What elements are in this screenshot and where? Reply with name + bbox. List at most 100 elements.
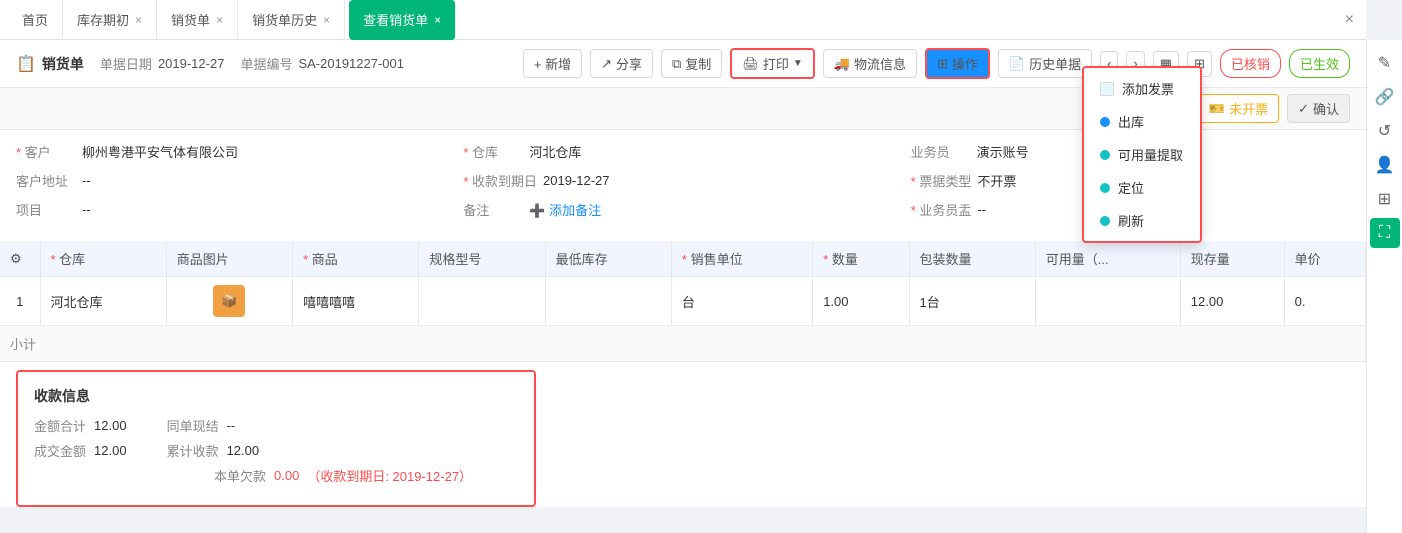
col-settings[interactable]: ⚙ xyxy=(0,241,40,277)
address-field: 客户地址 -- xyxy=(16,171,455,190)
summary-total-amount: 金额合计 12.00 xyxy=(34,416,127,435)
right-sidebar: ✎ 🔗 ↺ 👤 ⊞ ⛶ xyxy=(1366,40,1402,533)
plus-icon: ➕ xyxy=(529,203,545,218)
address-label: 客户地址 xyxy=(16,171,76,190)
row-spec xyxy=(419,277,545,326)
sidebar-refresh-btn[interactable]: ↺ xyxy=(1370,116,1400,146)
doc-date-item: 单据日期 2019-12-27 xyxy=(100,54,225,73)
sidebar-table-btn[interactable]: ⊞ xyxy=(1370,184,1400,214)
tab-sales-order[interactable]: 销货单 × xyxy=(157,0,238,40)
unopened-button[interactable]: 🎫 未开票 xyxy=(1198,94,1279,123)
tab-close-history[interactable]: × xyxy=(323,13,330,27)
share-icon: ↗ xyxy=(601,56,612,72)
copy-button[interactable]: ⧉ 复制 xyxy=(661,49,722,78)
expand-icon: ⛶ xyxy=(1379,224,1390,242)
print-icon: 🖨 xyxy=(742,56,759,72)
copy-icon: ⧉ xyxy=(672,56,681,72)
doc-icon: 📋 xyxy=(16,54,36,74)
row-available xyxy=(1035,277,1180,326)
share-button[interactable]: ↗ 分享 xyxy=(590,49,653,78)
dot-cyan-icon-1 xyxy=(1100,150,1110,160)
note-label: 备注 xyxy=(463,200,523,219)
tab-close-inventory[interactable]: × xyxy=(135,13,142,27)
history-icon: 📄 xyxy=(1009,56,1025,72)
history-button[interactable]: 📄 历史单据 xyxy=(998,49,1092,78)
row-image: 📦 xyxy=(166,277,292,326)
tab-sales-history[interactable]: 销货单历史 × xyxy=(238,0,345,40)
data-table: ⚙ 仓库 商品图片 商品 规格型号 最低库存 销售单位 数量 包装数量 可用量（… xyxy=(0,241,1366,362)
tab-close-view[interactable]: × xyxy=(434,13,441,27)
print-button[interactable]: 🖨 打印 ▼ xyxy=(730,48,814,79)
effective-button[interactable]: 已生效 xyxy=(1289,49,1350,78)
summary-section: 收款信息 金额合计 12.00 同单现结 -- 成交金额 12.00 累计收款 xyxy=(16,370,536,507)
summary-spacer xyxy=(34,466,174,485)
project-label: 项目 xyxy=(16,200,76,219)
edit-icon: ✎ xyxy=(1378,53,1391,73)
doc-date-label: 单据日期 xyxy=(100,54,152,73)
table-header-row: ⚙ 仓库 商品图片 商品 规格型号 最低库存 销售单位 数量 包装数量 可用量（… xyxy=(0,241,1366,277)
print-dropdown-icon: ▼ xyxy=(793,58,803,69)
link-icon: 🔗 xyxy=(1375,87,1395,107)
sidebar-expand-btn[interactable]: ⛶ xyxy=(1370,218,1400,248)
dot-cyan-icon-3 xyxy=(1100,216,1110,226)
canceled-button[interactable]: 已核销 xyxy=(1220,49,1281,78)
tab-close-sales[interactable]: × xyxy=(216,13,223,27)
dropdown-outbound[interactable]: 出库 xyxy=(1084,105,1200,138)
customer-label: 客户 xyxy=(16,142,76,161)
window-close-button[interactable]: × xyxy=(1345,11,1354,29)
dropdown-add-invoice[interactable]: 添加发票 xyxy=(1084,72,1200,105)
summary-outstanding: 本单欠款 0.00 （收款到期日: 2019-12-27） xyxy=(214,466,472,485)
row-product: 嘻嘻嘻嘻 xyxy=(293,277,419,326)
project-field: 项目 -- xyxy=(16,200,455,219)
row-index: 1 xyxy=(0,277,40,326)
refresh-icon: ↺ xyxy=(1378,121,1391,141)
subtotal-label: 小计 xyxy=(0,326,1366,362)
staff-value: 演示账号 xyxy=(977,142,1029,161)
dot-cyan-icon-2 xyxy=(1100,183,1110,193)
toolbar: + 新增 ↗ 分享 ⧉ 复制 🖨 打印 ▼ 🚚 物流信息 xyxy=(523,48,1350,79)
due-date-field: 收款到期日 2019-12-27 xyxy=(463,171,902,190)
tab-inventory-init[interactable]: 库存期初 × xyxy=(63,0,157,40)
col-price: 单价 xyxy=(1284,241,1365,277)
summary-same-order-settlement: 同单现结 -- xyxy=(167,416,236,435)
summary-title: 收款信息 xyxy=(34,386,518,406)
sidebar-edit-btn[interactable]: ✎ xyxy=(1370,48,1400,78)
doc-number-item: 单据编号 SA-20191227-001 xyxy=(240,54,404,73)
note-field[interactable]: 备注 ➕ 添加备注 xyxy=(463,200,902,219)
customer-value: 柳州粤港平安气体有限公司 xyxy=(82,142,238,161)
project-value: -- xyxy=(82,202,91,217)
ticket-icon: 🎫 xyxy=(1209,101,1225,117)
warehouse-value: 河北仓库 xyxy=(529,142,581,161)
summary-cumulative-receipt: 累计收款 12.00 xyxy=(167,441,260,460)
new-button[interactable]: + 新增 xyxy=(523,49,582,78)
sales-staff-value: -- xyxy=(977,202,986,217)
tab-bar: 首页 库存期初 × 销货单 × 销货单历史 × 查看销货单 × × xyxy=(0,0,1366,40)
user-icon: 👤 xyxy=(1375,155,1395,175)
col-available: 可用量（... xyxy=(1035,241,1180,277)
doc-meta: 单据日期 2019-12-27 单据编号 SA-20191227-001 xyxy=(100,54,404,73)
col-warehouse: 仓库 xyxy=(40,241,166,277)
tab-home[interactable]: 首页 xyxy=(8,0,63,40)
dropdown-refresh[interactable]: 刷新 xyxy=(1084,204,1200,237)
row-warehouse: 河北仓库 xyxy=(40,277,166,326)
doc-title-text: 销货单 xyxy=(42,54,84,74)
doc-date-value: 2019-12-27 xyxy=(158,56,225,71)
sidebar-link-btn[interactable]: 🔗 xyxy=(1370,82,1400,112)
doc-number-value: SA-20191227-001 xyxy=(298,56,404,71)
sales-staff-label: 业务员盂 xyxy=(911,200,972,219)
logistics-button[interactable]: 🚚 物流信息 xyxy=(823,49,917,78)
ops-button[interactable]: ⊞ 操作 xyxy=(925,48,990,79)
ticket-type-value: 不开票 xyxy=(977,171,1016,190)
row-unit: 台 xyxy=(671,277,812,326)
col-image: 商品图片 xyxy=(166,241,292,277)
col-min-stock: 最低库存 xyxy=(545,241,671,277)
dropdown-locate[interactable]: 定位 xyxy=(1084,171,1200,204)
confirm-button[interactable]: ✓ 确认 xyxy=(1287,94,1350,123)
tab-view-sales[interactable]: 查看销货单 × xyxy=(349,0,456,40)
note-add-btn[interactable]: ➕ 添加备注 xyxy=(529,200,601,219)
due-date-value: 2019-12-27 xyxy=(543,173,610,188)
dropdown-available-qty[interactable]: 可用量提取 xyxy=(1084,138,1200,171)
table-section: ⚙ 仓库 商品图片 商品 规格型号 最低库存 销售单位 数量 包装数量 可用量（… xyxy=(0,241,1366,362)
summary-deal-amount: 成交金额 12.00 xyxy=(34,441,127,460)
sidebar-user-btn[interactable]: 👤 xyxy=(1370,150,1400,180)
